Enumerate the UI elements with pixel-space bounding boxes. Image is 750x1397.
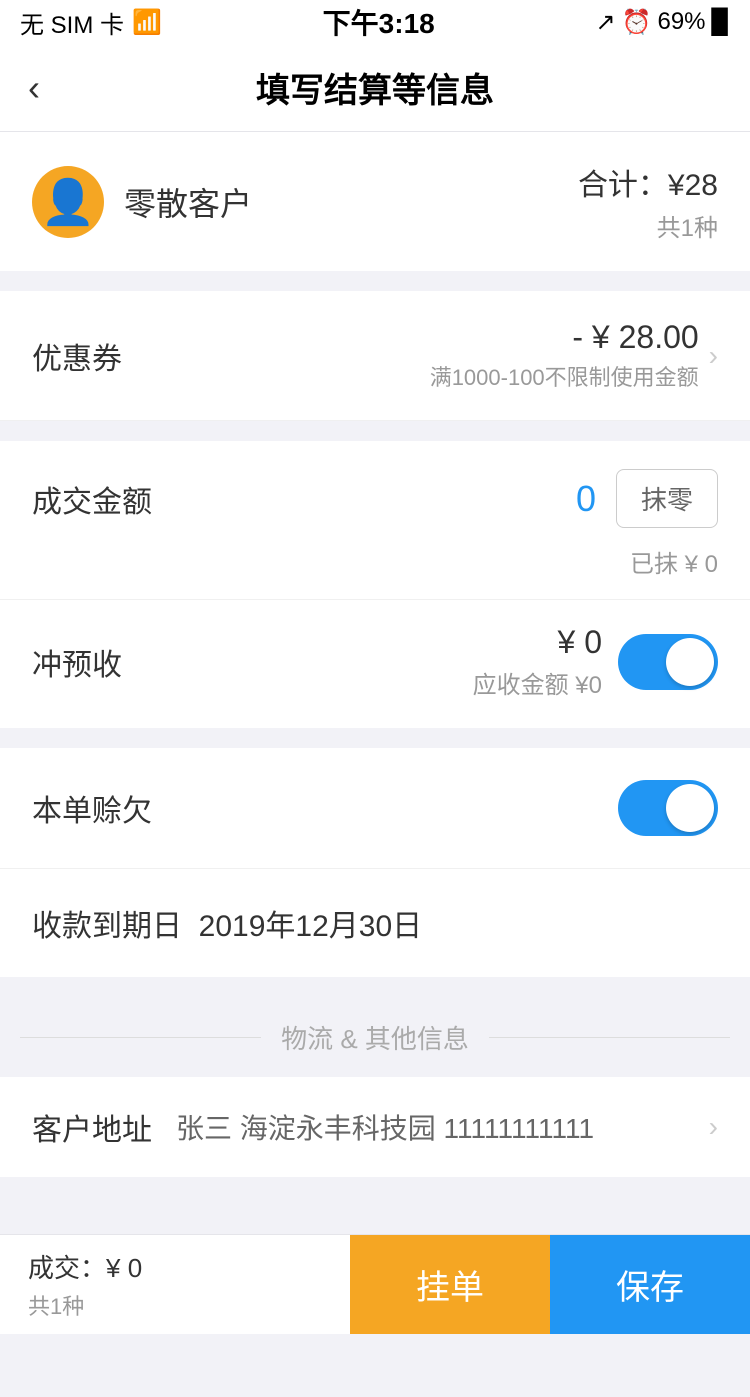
coupon-row[interactable]: 优惠券 - ¥ 28.00 满1000-100不限制使用金额 › [0, 291, 750, 421]
avatar-icon: 👤 [41, 176, 96, 228]
status-right: ↗ ⏰ 69% ▉ [595, 8, 730, 37]
toggle-knob [666, 638, 714, 686]
prepay-amount: ¥ 0 [473, 624, 602, 661]
debt-section: 本单赊欠 [0, 748, 750, 868]
logistics-divider: 物流 & 其他信息 [0, 997, 750, 1077]
content: 👤 零散客户 合计：¥28 共1种 优惠券 - ¥ 28.00 满1000-10… [0, 132, 750, 1397]
due-date-section: 收款到期日 2019年12月30日 [0, 868, 750, 977]
status-time: 下午3:18 [323, 2, 435, 42]
transaction-row: 成交金额 0 抹零 [32, 469, 718, 544]
prepay-right: ¥ 0 应收金额 ¥0 [473, 624, 718, 700]
status-bar: 无 SIM 卡 📶 下午3:18 ↗ ⏰ 69% ▉ [0, 0, 750, 44]
debt-label: 本单赊欠 [32, 786, 152, 830]
divider-1 [0, 271, 750, 291]
total-amount: 合计：¥28 [578, 160, 718, 204]
coupon-label: 优惠券 [32, 334, 122, 378]
address-section[interactable]: 客户地址 张三 海淀永丰科技园 11111111111 › [0, 1077, 750, 1177]
prepay-label: 冲预收 [32, 640, 122, 684]
coupon-desc: 满1000-100不限制使用金额 [430, 360, 699, 392]
page-title: 填写结算等信息 [256, 63, 494, 112]
wifi-icon: 📶 [132, 8, 162, 37]
bottom-deal-label: 成交：¥ 0 [28, 1248, 322, 1285]
coupon-values: - ¥ 28.00 满1000-100不限制使用金额 [430, 319, 699, 392]
logistics-line-left [20, 1037, 261, 1038]
carrier-label: 无 SIM 卡 [20, 5, 124, 40]
divider-4 [0, 977, 750, 997]
transaction-right: 0 抹零 [576, 469, 718, 528]
bottom-info: 成交：¥ 0 共1种 [0, 1235, 350, 1334]
customer-section: 👤 零散客户 合计：¥28 共1种 [0, 132, 750, 271]
total-count: 共1种 [578, 208, 718, 243]
battery-icon: ▉ [712, 8, 730, 37]
nav-bar: ‹ 填写结算等信息 [0, 44, 750, 132]
customer-name: 零散客户 [124, 179, 252, 225]
debt-toggle[interactable] [618, 780, 718, 836]
address-value: 张三 海淀永丰科技园 11111111111 [176, 1107, 709, 1147]
transaction-section: 成交金额 0 抹零 已抹 ¥ 0 [0, 441, 750, 600]
coupon-chevron-icon: › [709, 340, 718, 372]
divider-2 [0, 421, 750, 441]
prepay-values: ¥ 0 应收金额 ¥0 [473, 624, 602, 700]
battery-label: 69% [657, 8, 705, 36]
bottom-count: 共1种 [28, 1289, 322, 1321]
transaction-label: 成交金额 [32, 477, 152, 521]
prepay-toggle[interactable] [618, 634, 718, 690]
customer-right: 合计：¥28 共1种 [578, 160, 718, 243]
save-button-label: 保存 [616, 1260, 684, 1309]
due-date-label: 收款到期日 2019年12月30日 [32, 910, 422, 943]
divider-3 [0, 728, 750, 748]
address-chevron-icon: › [709, 1111, 718, 1143]
prepay-row: 冲预收 ¥ 0 应收金额 ¥0 [32, 600, 718, 700]
transaction-value: 0 [576, 478, 596, 520]
round-button[interactable]: 抹零 [616, 469, 718, 528]
prepay-section: 冲预收 ¥ 0 应收金额 ¥0 [0, 600, 750, 728]
coupon-discount: - ¥ 28.00 [430, 319, 699, 356]
back-button[interactable]: ‹ [28, 67, 40, 109]
bottom-bar: 成交：¥ 0 共1种 挂单 保存 [0, 1234, 750, 1334]
customer-left: 👤 零散客户 [32, 166, 252, 238]
avatar: 👤 [32, 166, 104, 238]
address-label: 客户地址 [32, 1105, 152, 1149]
coupon-right: - ¥ 28.00 满1000-100不限制使用金额 › [430, 319, 718, 392]
location-icon: ↗ [595, 8, 615, 37]
logistics-line-right [489, 1037, 730, 1038]
hold-button[interactable]: 挂单 [350, 1235, 550, 1334]
status-left: 无 SIM 卡 📶 [20, 5, 162, 40]
hold-button-label: 挂单 [416, 1260, 484, 1309]
logistics-text: 物流 & 其他信息 [281, 1019, 469, 1056]
transaction-sub-info: 已抹 ¥ 0 [32, 544, 718, 599]
alarm-icon: ⏰ [622, 8, 652, 37]
debt-toggle-knob [666, 784, 714, 832]
save-button[interactable]: 保存 [550, 1235, 750, 1334]
prepay-receivable: 应收金额 ¥0 [473, 665, 602, 700]
